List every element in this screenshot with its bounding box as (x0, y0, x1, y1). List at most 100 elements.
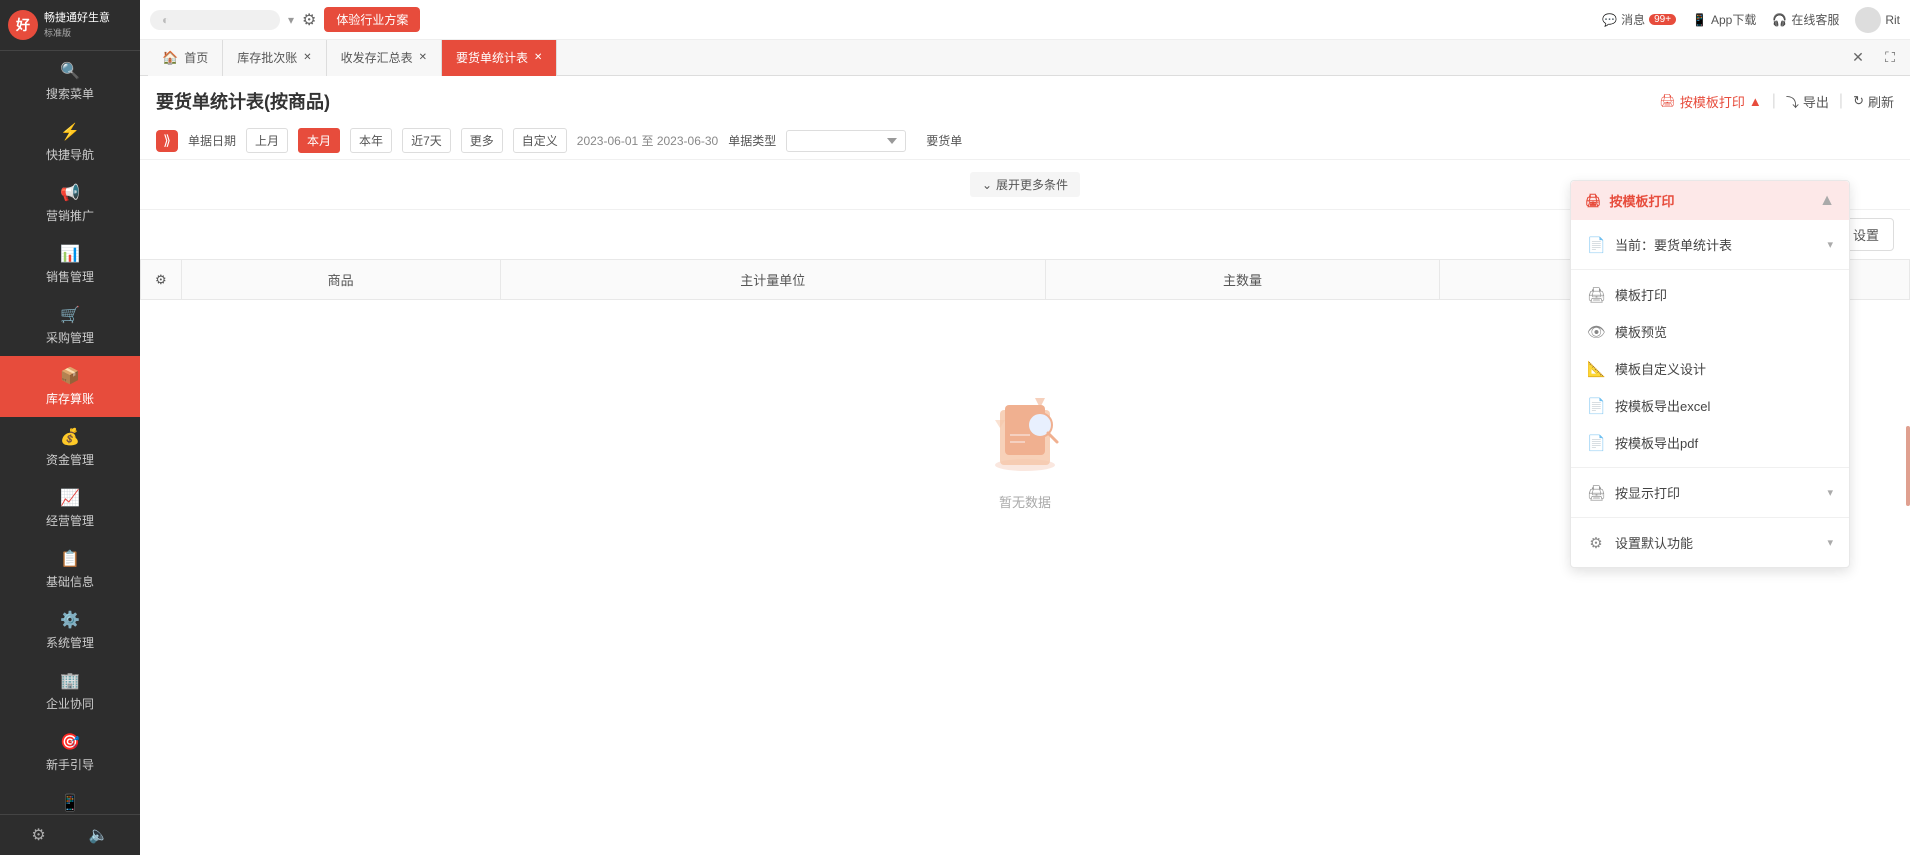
enterprise-label: 企业协同 (46, 695, 94, 712)
system-icon: ⚙️ (60, 610, 80, 630)
sidebar-item-finance[interactable]: 💰资金管理 (0, 417, 140, 478)
app-center-icon: 📱 (60, 793, 80, 813)
refresh-button[interactable]: ↻ 刷新 (1853, 92, 1894, 111)
logo-icon: 好 (8, 10, 38, 40)
dropdown-header: 🖨 按模板打印 ▲ (1571, 181, 1849, 220)
sidebar: 好 畅捷通好生意 标准版 🔍搜索菜单⚡快捷导航📢营销推广📊销售管理🛒采购管理📦库… (0, 0, 140, 855)
tab-order-stats-close[interactable]: ✕ (534, 52, 542, 63)
tabs-bar: 🏠 首页 库存批次账 ✕ 收发存汇总表 ✕ 要货单统计表 ✕ ✕ ⛶ (140, 40, 1910, 76)
expand-icon: ⌄ (982, 178, 992, 192)
th-quantity: 主数量 (1045, 260, 1439, 300)
filter-expand-button[interactable]: ⟫ (156, 130, 178, 152)
sales-icon: 📊 (60, 244, 80, 264)
topbar-chevron-icon[interactable]: ▾ (288, 13, 294, 27)
close-window-button[interactable]: ✕ (1846, 46, 1870, 70)
current-month-btn[interactable]: 本月 (298, 128, 340, 153)
sidebar-item-basic-info[interactable]: 📋基础信息 (0, 539, 140, 600)
speaker-footer-icon[interactable]: 🔈 (89, 825, 109, 845)
scrollbar-indicator[interactable] (1906, 426, 1910, 506)
dropdown-template-print[interactable]: 🖨 模板打印 (1571, 276, 1849, 313)
tab-receipt-summary-close[interactable]: ✕ (419, 52, 427, 63)
app-download-button[interactable]: 📱 App下载 (1692, 11, 1756, 28)
set-default-arrow: ▾ (1827, 536, 1833, 549)
tab-order-stats[interactable]: 要货单统计表 ✕ (442, 40, 557, 76)
template-print-button[interactable]: 🖨 按模板打印 ▲ (1659, 92, 1761, 111)
dropdown-display-print[interactable]: 🖨 按显示打印 ▾ (1571, 474, 1849, 511)
sidebar-item-enterprise[interactable]: 🏢企业协同 (0, 661, 140, 722)
new-guide-icon: 🎯 (60, 732, 80, 752)
custom-date-btn[interactable]: 自定义 (513, 128, 567, 153)
dropdown-current-item[interactable]: 📄 当前：要货单统计表 ▾ (1571, 226, 1849, 263)
document-icon: 📄 (1587, 236, 1605, 254)
dropdown-export-excel[interactable]: 📄 按模板导出excel (1571, 387, 1849, 424)
current-year-btn[interactable]: 本年 (350, 128, 392, 153)
trial-button[interactable]: 体验行业方案 (324, 7, 420, 32)
online-service-label: 在线客服 (1791, 11, 1839, 28)
sidebar-item-sales[interactable]: 📊销售管理 (0, 234, 140, 295)
sidebar-item-quick-nav[interactable]: ⚡快捷导航 (0, 112, 140, 173)
online-service-button[interactable]: 🎧 在线客服 (1772, 11, 1839, 28)
tab-home[interactable]: 🏠 首页 (148, 40, 223, 76)
dropdown-current-arrow: ▾ (1827, 238, 1833, 251)
dropdown-title: 按模板打印 (1610, 191, 1675, 210)
sidebar-item-new-guide[interactable]: 🎯新手引导 (0, 722, 140, 783)
dropdown-template-design[interactable]: 📐 模板自定义设计 (1571, 350, 1849, 387)
dropdown-set-default[interactable]: ⚙ 设置默认功能 ▾ (1571, 524, 1849, 561)
sidebar-item-operations[interactable]: 📈经营管理 (0, 478, 140, 539)
divider2: | (1839, 92, 1843, 110)
sidebar-item-system[interactable]: ⚙️系统管理 (0, 600, 140, 661)
topbar-settings-icon[interactable]: ⚙ (302, 10, 316, 30)
divider1: | (1772, 92, 1776, 110)
sidebar-footer: ⚙ 🔈 (0, 814, 140, 855)
expand-more-label: 展开更多条件 (996, 176, 1068, 193)
sidebar-item-search[interactable]: 🔍搜索菜单 (0, 51, 140, 112)
tab-inventory-batch[interactable]: 库存批次账 ✕ (223, 40, 326, 76)
settings-footer-icon[interactable]: ⚙ (31, 825, 45, 845)
tab-home-label: 首页 (184, 49, 208, 66)
more-date-btn[interactable]: 更多 (461, 128, 503, 153)
sidebar-item-purchase[interactable]: 🛒采购管理 (0, 295, 140, 356)
search-label: 搜索菜单 (46, 85, 94, 102)
last-month-btn[interactable]: 上月 (246, 128, 288, 153)
tab-inventory-batch-close[interactable]: ✕ (303, 52, 311, 63)
message-button[interactable]: 💬 消息 99+ (1602, 11, 1676, 28)
set-default-label: 设置默认功能 (1615, 533, 1693, 552)
logo-text-container: 畅捷通好生意 标准版 (44, 11, 110, 38)
sidebar-item-inventory[interactable]: 📦库存算账 (0, 356, 140, 417)
search-placeholder: ◐ (162, 13, 169, 27)
display-print-arrow: ▾ (1827, 486, 1833, 499)
template-design-label: 模板自定义设计 (1615, 359, 1706, 378)
finance-icon: 💰 (60, 427, 80, 447)
dropdown-export-pdf[interactable]: 📄 按模板导出pdf (1571, 424, 1849, 461)
export-excel-label: 按模板导出excel (1615, 396, 1710, 415)
topbar-right: 💬 消息 99+ 📱 App下载 🎧 在线客服 Rit (1602, 7, 1900, 33)
dropdown-set-default-left: ⚙ 设置默认功能 (1587, 533, 1693, 552)
type-filter-label: 单据类型 (728, 132, 776, 149)
basic-info-label: 基础信息 (46, 573, 94, 590)
last-7days-btn[interactable]: 近7天 (402, 128, 451, 153)
message-badge: 99+ (1649, 14, 1676, 25)
inventory-icon: 📦 (60, 366, 80, 386)
logo-app-name: 畅捷通好生意 (44, 11, 110, 25)
tab-receipt-summary[interactable]: 收发存汇总表 ✕ (327, 40, 442, 76)
tabs-actions: ✕ ⛶ (1846, 46, 1902, 70)
topbar-search[interactable]: ◐ (150, 10, 280, 30)
display-print-icon: 🖨 (1587, 484, 1605, 502)
dropdown-close-icon[interactable]: ▲ (1819, 192, 1835, 210)
topbar: ◐ ▾ ⚙ 体验行业方案 💬 消息 99+ 📱 App下载 🎧 在线客服 Rit (140, 0, 1910, 40)
dropdown-items-section: 🖨 模板打印 👁 模板预览 📐 模板自定义设计 📄 按模板导出excel 📄 (1571, 270, 1849, 468)
export-button[interactable]: ⤵ 导出 (1786, 92, 1829, 111)
user-avatar-button[interactable]: Rit (1855, 7, 1900, 33)
message-icon: 💬 (1602, 13, 1617, 27)
maximize-button[interactable]: ⛶ (1878, 46, 1902, 70)
page-title: 要货单统计表(按商品) (156, 88, 330, 114)
sidebar-item-app-center[interactable]: 📱应用中心 (0, 783, 140, 814)
type-filter-select[interactable] (786, 130, 906, 152)
dropdown-menu: 🖨 按模板打印 ▲ 📄 当前：要货单统计表 ▾ 🖨 (1570, 180, 1850, 568)
sidebar-item-marketing[interactable]: 📢营销推广 (0, 173, 140, 234)
th-unit: 主计量单位 (500, 260, 1045, 300)
expand-more-button[interactable]: ⌄ 展开更多条件 (970, 172, 1080, 197)
app-download-label: App下载 (1711, 11, 1756, 28)
th-settings[interactable]: ⚙ (141, 260, 182, 300)
dropdown-template-preview[interactable]: 👁 模板预览 (1571, 313, 1849, 350)
